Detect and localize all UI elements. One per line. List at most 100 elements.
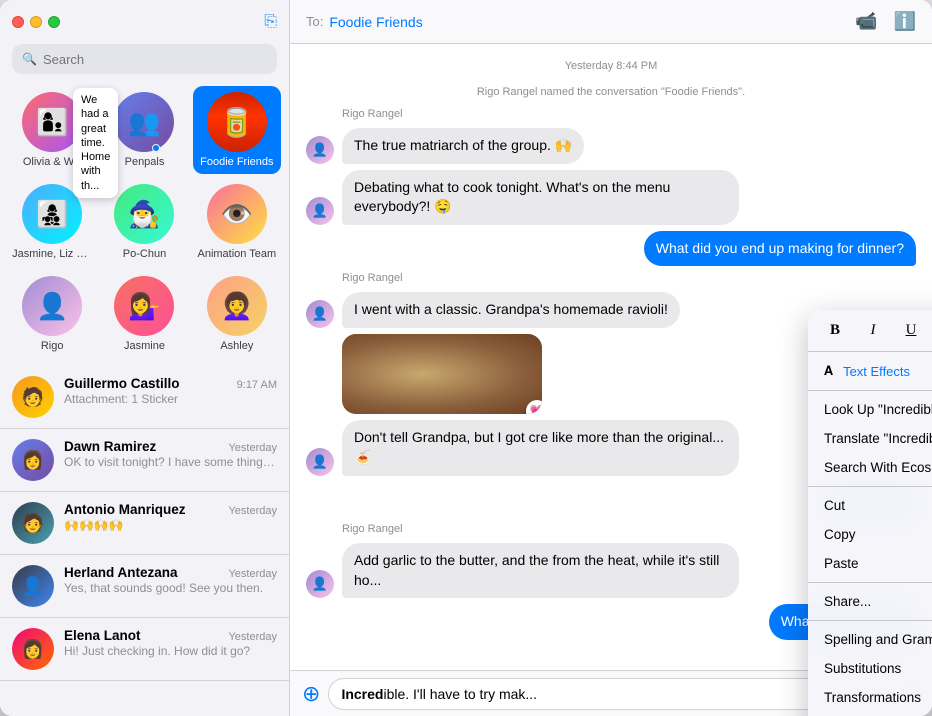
chat-group-name: Foodie Friends	[329, 14, 422, 30]
conv-name: Elena Lanot	[64, 628, 141, 643]
speech-menu-item[interactable]: Speech ▶	[808, 712, 932, 716]
share-menu-item[interactable]: Share...	[808, 587, 932, 616]
share-label: Share...	[824, 594, 871, 609]
conv-time: Yesterday	[228, 505, 277, 517]
underline-format-button[interactable]: U	[900, 322, 922, 339]
share-section: Share...	[808, 583, 932, 621]
message-avatar: 👤	[306, 197, 334, 225]
video-call-button[interactable]: 📹	[855, 11, 877, 32]
conversation-item-antonio[interactable]: 🧑 Antonio Manriquez Yesterday 🙌🙌🙌🙌	[0, 492, 289, 555]
add-attachment-button[interactable]: ⊕	[302, 681, 320, 707]
conversation-item-dawn[interactable]: 👩 Dawn Ramirez Yesterday OK to visit ton…	[0, 429, 289, 492]
avatar-grid: We had a great time. Home with th... 👩‍👦…	[0, 82, 289, 366]
chat-actions: 📹 ℹ️	[855, 11, 916, 32]
search-ecosia-menu-item[interactable]: Search With Ecosia	[808, 453, 932, 482]
maximize-button[interactable]	[48, 16, 60, 28]
message-bubble-me: What did you end up making for dinner?	[644, 231, 916, 267]
transformations-label: Transformations	[824, 690, 921, 705]
conversation-item-elena[interactable]: 👩 Elena Lanot Yesterday Hi! Just checkin…	[0, 618, 289, 681]
conv-name: Antonio Manriquez	[64, 502, 186, 517]
conv-preview: 🙌🙌🙌🙌	[64, 518, 277, 532]
avatar-cell-foodie-friends[interactable]: 🥫 Foodie Friends	[193, 86, 281, 174]
avatar-label: Po-Chun	[123, 248, 166, 260]
message-row: 👤 Debating what to cook tonight. What's …	[306, 170, 916, 225]
message-row: 👤 The true matriarch of the group. 🙌	[306, 128, 916, 164]
chat-header: To: Foodie Friends 📹 ℹ️	[290, 0, 932, 44]
foodie-icon: 🥫	[207, 92, 267, 152]
minimize-button[interactable]	[30, 16, 42, 28]
conv-preview: OK to visit tonight? I have some things …	[64, 455, 277, 469]
message-input-wrapper: Incredible. I'll have to try mak...	[328, 678, 889, 710]
text-effects-label: Text Effects	[843, 364, 910, 379]
search-input[interactable]	[43, 52, 267, 67]
heart-reaction: 💗	[526, 400, 542, 414]
avatar-cell-rigo[interactable]: 👤 Rigo	[8, 270, 96, 358]
sender-label: Rigo Rangel	[342, 272, 916, 284]
look-up-menu-item[interactable]: Look Up "Incredible. I'll have to try...…	[808, 395, 932, 424]
input-bold-text: Incred	[341, 686, 383, 702]
info-button[interactable]: ℹ️	[894, 11, 916, 32]
avatar-cell-animation-team[interactable]: 👁️ Animation Team	[193, 178, 281, 266]
copy-label: Copy	[824, 527, 856, 542]
avatar-cell-ashley[interactable]: 👩‍🦱 Ashley	[193, 270, 281, 358]
copy-menu-item[interactable]: Copy	[808, 520, 932, 549]
avatar-label: Foodie Friends	[200, 156, 273, 168]
paste-label: Paste	[824, 556, 859, 571]
conv-body: Antonio Manriquez Yesterday 🙌🙌🙌🙌	[64, 502, 277, 532]
avatar-label: Jasmine, Liz &...	[12, 248, 92, 260]
bold-format-button[interactable]: B	[824, 322, 846, 339]
paste-menu-item[interactable]: Paste	[808, 549, 932, 578]
sender-label: Rigo Rangel	[342, 108, 916, 120]
message-bubble: Debating what to cook tonight. What's on…	[342, 170, 739, 225]
system-message: Rigo Rangel named the conversation "Food…	[306, 86, 916, 98]
titlebar: ⎘	[0, 0, 289, 44]
text-effects-menu-item[interactable]: 𝐀 Text Effects ▶	[808, 356, 932, 386]
message-input-text[interactable]: Incredible. I'll have to try mak...	[341, 686, 537, 702]
italic-format-button[interactable]: I	[862, 322, 884, 339]
avatar-img: 💁‍♀️	[114, 276, 174, 336]
avatar-img: 🧙‍♂️	[114, 184, 174, 244]
main-chat: To: Foodie Friends 📹 ℹ️ Yesterday 8:44 P…	[290, 0, 932, 716]
search-ecosia-label: Search With Ecosia	[824, 460, 932, 475]
conversation-list: 🧑 Guillermo Castillo 9:17 AM Attachment:…	[0, 366, 289, 716]
conv-time: 9:17 AM	[237, 379, 277, 391]
compose-button[interactable]: ⎘	[264, 13, 277, 31]
avatar-cell-jasmine2[interactable]: 💁‍♀️ Jasmine	[100, 270, 188, 358]
to-label: To:	[306, 14, 323, 29]
conv-time: Yesterday	[228, 631, 277, 643]
message-bubble: The true matriarch of the group. 🙌	[342, 128, 584, 164]
avatar-label: Penpals	[125, 156, 165, 168]
conversation-item-herland[interactable]: 👤 Herland Antezana Yesterday Yes, that s…	[0, 555, 289, 618]
avatar-img: 👩‍🦱	[207, 276, 267, 336]
text-effects-icon: 𝐀	[824, 363, 833, 379]
conv-preview: Hi! Just checking in. How did it go?	[64, 644, 277, 658]
format-section: B I U S	[808, 310, 932, 352]
message-avatar: 👤	[306, 448, 334, 476]
avatar-label: Rigo	[41, 340, 64, 352]
message-bubble: I went with a classic. Grandpa's homemad…	[342, 292, 680, 328]
spelling-menu-item[interactable]: Spelling and Grammar ▶	[808, 625, 932, 654]
conv-time: Yesterday	[228, 568, 277, 580]
context-menu: B I U S 𝐀 Text Effects ▶ Look Up "Incred…	[808, 310, 932, 716]
food-image	[342, 334, 542, 414]
avatar-img: 🥫	[207, 92, 267, 152]
conv-avatar: 🧑	[12, 376, 54, 418]
translate-menu-item[interactable]: Translate "Incredible. I'll have to try.…	[808, 424, 932, 453]
cut-menu-item[interactable]: Cut	[808, 491, 932, 520]
conv-name: Guillermo Castillo	[64, 376, 180, 391]
substitutions-menu-item[interactable]: Substitutions ▶	[808, 654, 932, 683]
image-message: 💗	[342, 334, 542, 414]
message-row-me: What did you end up making for dinner?	[306, 231, 916, 267]
conv-body: Guillermo Castillo 9:17 AM Attachment: 1…	[64, 376, 277, 406]
avatar-img: 👤	[22, 276, 82, 336]
conv-name: Dawn Ramirez	[64, 439, 156, 454]
conv-body: Herland Antezana Yesterday Yes, that sou…	[64, 565, 277, 595]
avatar-cell-olivia-will[interactable]: We had a great time. Home with th... 👩‍👦…	[8, 86, 96, 174]
close-button[interactable]	[12, 16, 24, 28]
conversation-item-guillermo[interactable]: 🧑 Guillermo Castillo 9:17 AM Attachment:…	[0, 366, 289, 429]
cut-label: Cut	[824, 498, 845, 513]
search-icon: 🔍	[22, 52, 37, 66]
avatar-img: 👥	[114, 92, 174, 152]
lookup-section: Look Up "Incredible. I'll have to try...…	[808, 391, 932, 487]
transformations-menu-item[interactable]: Transformations ▶	[808, 683, 932, 712]
